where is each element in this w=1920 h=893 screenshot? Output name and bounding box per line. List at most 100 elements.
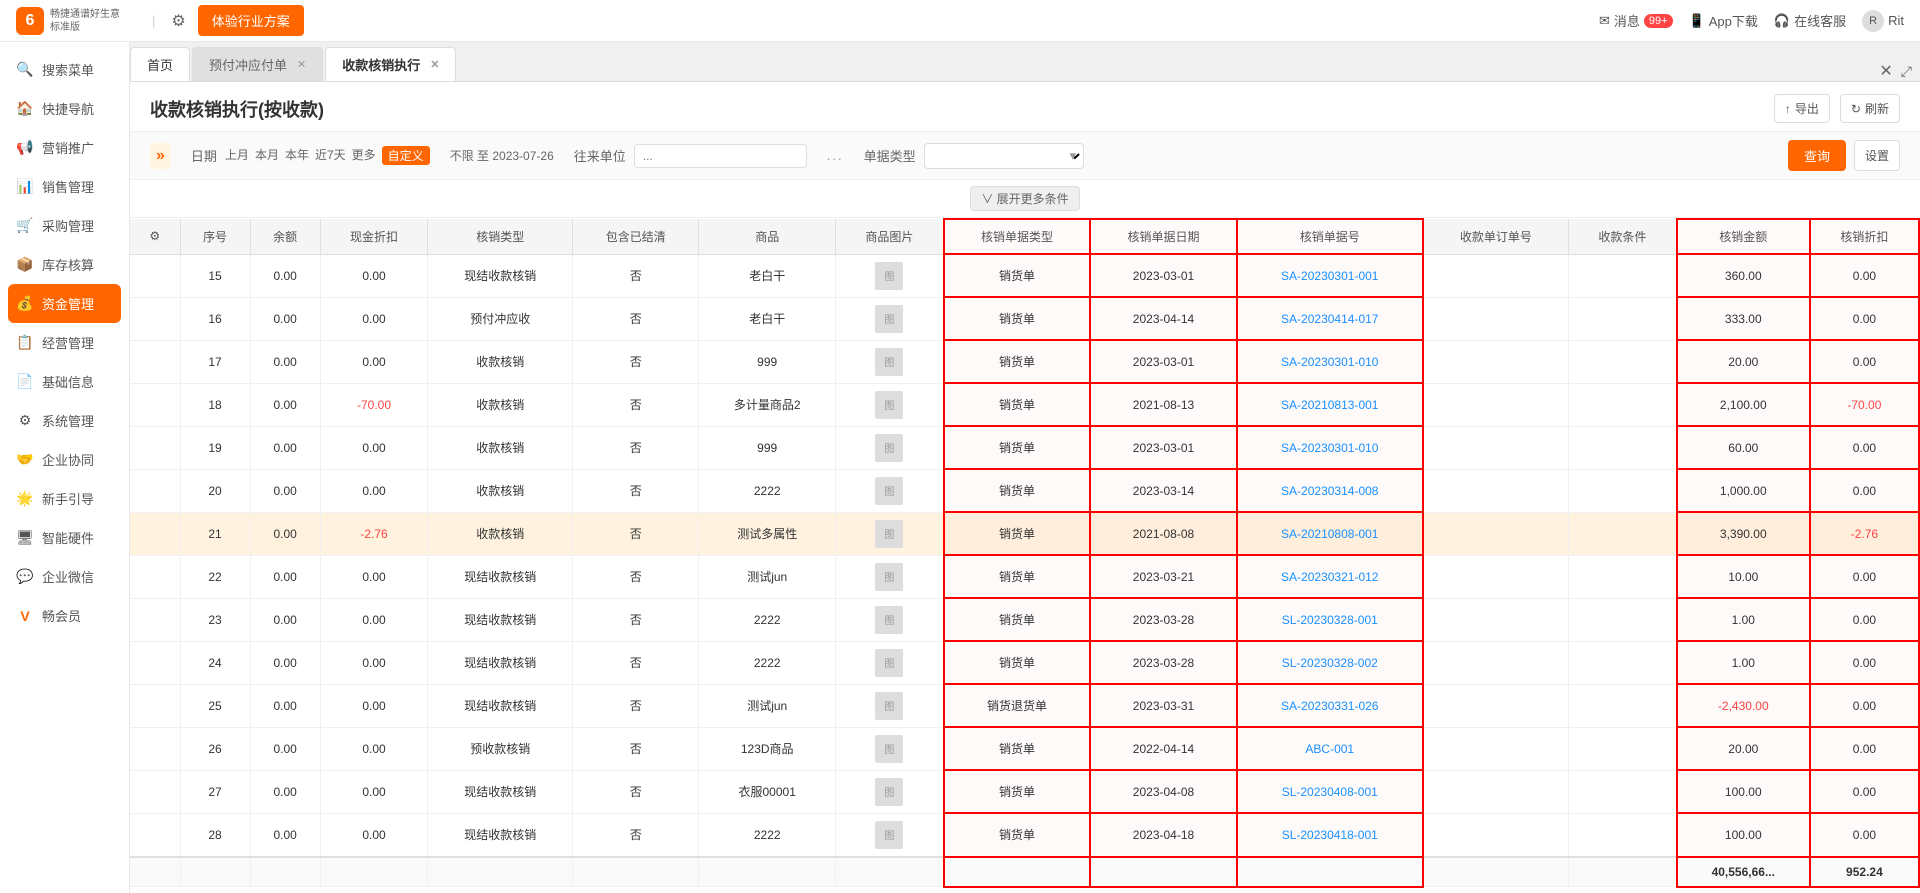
tab-close-all-icon[interactable]: ✕	[1879, 61, 1892, 81]
sidebar-item-purchase[interactable]: 🛒 采购管理	[0, 206, 129, 245]
cell-bill-no[interactable]: SA-20230314-008	[1237, 469, 1423, 512]
cell-cancel-amount: 20.00	[1677, 727, 1810, 770]
sidebar-item-business[interactable]: 📋 经营管理	[0, 323, 129, 362]
date-link-7days[interactable]: 近7天	[315, 146, 346, 165]
bill-no-link[interactable]: SL-20230328-001	[1282, 613, 1378, 627]
cell-goods-img: 图	[836, 770, 944, 813]
app-download-item[interactable]: 📱 App下载	[1689, 11, 1758, 30]
cell-bill-no[interactable]: SL-20230408-001	[1237, 770, 1423, 813]
cell-seq: 20	[180, 469, 250, 512]
th-gear[interactable]: ⚙	[130, 219, 180, 254]
table-row: 260.000.00预收款核销否123D商品图销货单2022-04-14ABC-…	[130, 727, 1919, 770]
cell-bill-no[interactable]: SA-20230331-026	[1237, 684, 1423, 727]
cell-has-settled: 否	[573, 813, 699, 857]
cell-cancel-discount: -70.00	[1810, 383, 1919, 426]
bill-type-select[interactable]	[924, 143, 1084, 169]
sidebar-item-sales[interactable]: 📊 销售管理	[0, 167, 129, 206]
cell-has-settled: 否	[573, 598, 699, 641]
filter-row-1: » 日期 上月 本月 本年 近7天 更多 自定义 不限 至 2023-07-26	[130, 132, 1920, 180]
cell-balance: 0.00	[250, 297, 320, 340]
message-icon-item[interactable]: ✉ 消息 99+	[1599, 11, 1673, 30]
online-service-item[interactable]: 🎧 在线客服	[1774, 11, 1846, 30]
sidebar-item-wechat[interactable]: 💬 企业微信	[0, 557, 129, 596]
bill-no-link[interactable]: SL-20230418-001	[1282, 828, 1378, 842]
cell-seq: 21	[180, 512, 250, 555]
tab-prepay[interactable]: 预付冲应付单 ✕	[192, 47, 323, 81]
bill-no-link[interactable]: SA-20210813-001	[1281, 398, 1378, 412]
table-area[interactable]: ⚙ 序号 余额 现金折扣 核销类型 包含已结清 商品 商品图片 核销单据类型 核…	[130, 218, 1920, 893]
tab-cancel-close[interactable]: ✕	[430, 58, 439, 71]
date-link-last-month[interactable]: 上月	[225, 146, 249, 165]
settings-icon[interactable]: ⚙	[171, 11, 185, 31]
sidebar-item-system[interactable]: ⚙ 系统管理	[0, 401, 129, 440]
sidebar-item-cooperation[interactable]: 🤝 企业协同	[0, 440, 129, 479]
cell-bill-no[interactable]: SA-20230414-017	[1237, 297, 1423, 340]
inventory-icon: 📦	[16, 256, 34, 274]
cell-bill-no[interactable]: SL-20230328-002	[1237, 641, 1423, 684]
date-link-this-year[interactable]: 本年	[285, 146, 309, 165]
bill-no-link[interactable]: SA-20230331-026	[1281, 699, 1378, 713]
filter-actions: 查询 设置	[1788, 140, 1900, 171]
cell-cash-discount: 0.00	[320, 555, 428, 598]
bill-no-link[interactable]: SA-20230301-010	[1281, 441, 1378, 455]
bill-no-link[interactable]: SL-20230408-001	[1282, 785, 1378, 799]
sidebar-item-search[interactable]: 🔍 搜索菜单	[0, 50, 129, 89]
cell-balance: 0.00	[250, 727, 320, 770]
query-button[interactable]: 查询	[1788, 140, 1846, 171]
tab-home[interactable]: 首页	[130, 47, 190, 81]
bill-no-link[interactable]: ABC-001	[1305, 742, 1354, 756]
cell-bill-no[interactable]: SA-20210808-001	[1237, 512, 1423, 555]
counterparty-input[interactable]	[634, 144, 807, 168]
cell-bill-no[interactable]: SL-20230418-001	[1237, 813, 1423, 857]
sidebar-item-basic-info[interactable]: 📄 基础信息	[0, 362, 129, 401]
bill-no-link[interactable]: SA-20230414-017	[1281, 312, 1378, 326]
th-seq: 序号	[180, 219, 250, 254]
tab-prepay-close[interactable]: ✕	[297, 58, 306, 71]
solution-button[interactable]: 体验行业方案	[198, 5, 304, 36]
date-link-more[interactable]: 更多	[352, 146, 376, 165]
tab-cancel[interactable]: 收款核销执行 ✕	[325, 47, 456, 81]
cell-bill-no[interactable]: SA-20230301-010	[1237, 340, 1423, 383]
bill-no-link[interactable]: SA-20230321-012	[1281, 570, 1378, 584]
filter-expand-arrow[interactable]: »	[150, 143, 171, 169]
user-item[interactable]: R Rit	[1862, 10, 1904, 32]
cell-bill-no[interactable]: SA-20230321-012	[1237, 555, 1423, 598]
date-link-this-month[interactable]: 本月	[255, 146, 279, 165]
bill-no-link[interactable]: SA-20230301-010	[1281, 355, 1378, 369]
expand-more-area: ∨ 展开更多条件	[130, 180, 1920, 218]
cell-bill-no[interactable]: ABC-001	[1237, 727, 1423, 770]
cell-bill-no[interactable]: SA-20230301-001	[1237, 254, 1423, 297]
user-name: Rit	[1888, 13, 1904, 28]
bill-no-link[interactable]: SA-20230301-001	[1281, 269, 1378, 283]
sidebar-item-hardware[interactable]: 🖥 智能硬件	[0, 518, 129, 557]
cell-seq: 18	[180, 383, 250, 426]
cell-cancel-amount: 100.00	[1677, 813, 1810, 857]
cell-bill-no[interactable]: SA-20230301-010	[1237, 426, 1423, 469]
sidebar-item-inventory[interactable]: 📦 库存核算	[0, 245, 129, 284]
cell-bill-date: 2023-03-01	[1090, 254, 1236, 297]
expand-more-button[interactable]: ∨ 展开更多条件	[970, 186, 1079, 211]
bill-no-link[interactable]: SA-20210808-001	[1281, 527, 1378, 541]
table-row: 160.000.00预付冲应收否老白干图销货单2023-04-14SA-2023…	[130, 297, 1919, 340]
bill-no-link[interactable]: SA-20230314-008	[1281, 484, 1378, 498]
cell-bill-no[interactable]: SA-20210813-001	[1237, 383, 1423, 426]
cell-has-settled: 否	[573, 426, 699, 469]
tab-expand-icon[interactable]: ⤢	[1901, 63, 1912, 80]
bill-no-link[interactable]: SL-20230328-002	[1282, 656, 1378, 670]
cell-has-settled: 否	[573, 684, 699, 727]
cell-cancel-amount: 2,100.00	[1677, 383, 1810, 426]
summary-cell-empty	[130, 857, 180, 887]
filter-settings-button[interactable]: 设置	[1854, 140, 1900, 171]
sidebar-item-finance[interactable]: 💰 资金管理	[8, 284, 121, 323]
sidebar-item-quick-nav[interactable]: 🏠 快捷导航	[0, 89, 129, 128]
sidebar-item-marketing[interactable]: 📢 营销推广	[0, 128, 129, 167]
date-link-custom[interactable]: 自定义	[382, 146, 430, 165]
export-button[interactable]: ↑ 导出	[1774, 94, 1830, 123]
sidebar-item-guide[interactable]: 🌟 新手引导	[0, 479, 129, 518]
summary-cell-empty	[944, 857, 1090, 887]
sidebar-item-member[interactable]: V 畅会员	[0, 596, 129, 635]
refresh-button[interactable]: ↻ 刷新	[1840, 94, 1900, 123]
filter-counterparty-group: 往来单位	[574, 144, 807, 168]
page-header-actions: ↑ 导出 ↻ 刷新	[1774, 94, 1900, 123]
cell-bill-no[interactable]: SL-20230328-001	[1237, 598, 1423, 641]
